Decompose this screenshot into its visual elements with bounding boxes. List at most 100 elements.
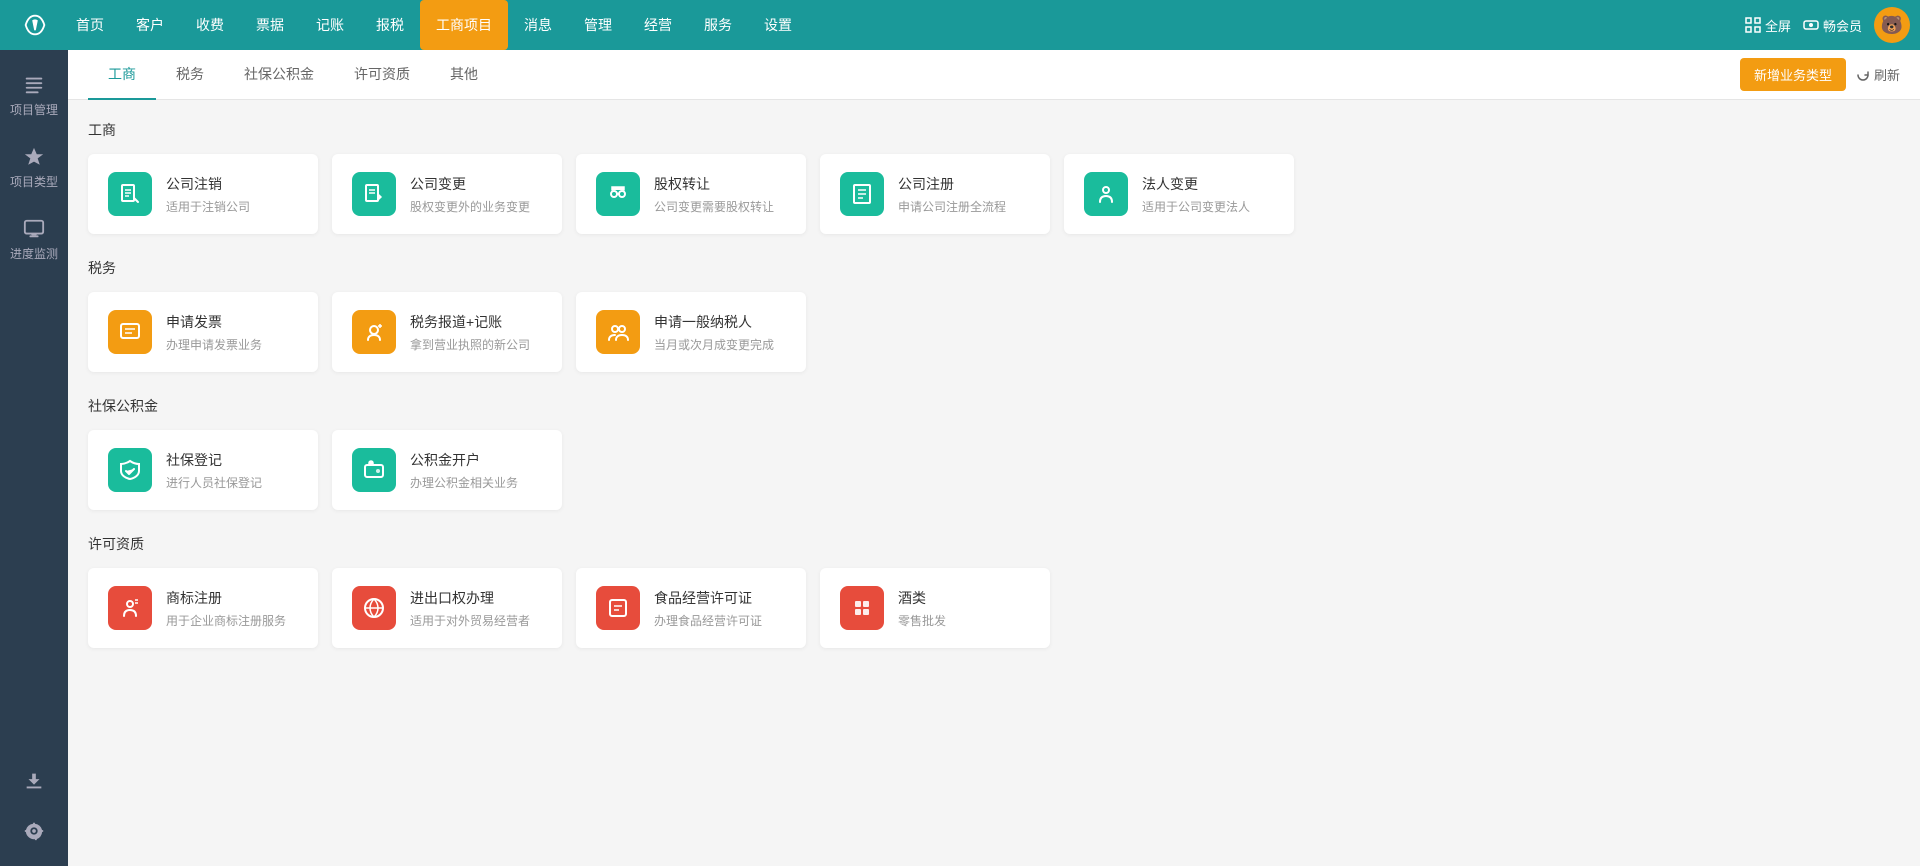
card-icon-general-taxpayer bbox=[596, 310, 640, 354]
vip-label: 畅会员 bbox=[1823, 16, 1862, 35]
card-liquor[interactable]: 酒类 零售批发 bbox=[820, 568, 1050, 648]
mascot-icon: 🐻 bbox=[1874, 7, 1910, 43]
card-desc-import-export: 适用于对外贸易经营者 bbox=[410, 612, 542, 629]
sidebar-item-download[interactable] bbox=[23, 756, 45, 806]
nav-invoice[interactable]: 票据 bbox=[240, 0, 300, 50]
card-company-register[interactable]: 公司注册 申请公司注册全流程 bbox=[820, 154, 1050, 234]
sidebar-item-project-management[interactable]: 项目管理 bbox=[0, 60, 68, 132]
card-desc-apply-invoice: 办理申请发票业务 bbox=[166, 336, 298, 353]
card-icon-company-cancel bbox=[108, 172, 152, 216]
sidebar-bottom bbox=[23, 756, 45, 866]
card-info-company-register: 公司注册 申请公司注册全流程 bbox=[898, 174, 1030, 215]
top-navigation: 首页 客户 收费 票据 记账 报税 工商项目 消息 管理 经营 服务 设置 全屏… bbox=[0, 0, 1920, 50]
card-title-company-register: 公司注册 bbox=[898, 174, 1030, 194]
card-desc-general-taxpayer: 当月或次月成变更完成 bbox=[654, 336, 786, 353]
card-food-license[interactable]: 食品经营许可证 办理食品经营许可证 bbox=[576, 568, 806, 648]
card-icon-legal-change bbox=[1084, 172, 1128, 216]
refresh-button[interactable]: 刷新 bbox=[1856, 65, 1900, 84]
card-trademark[interactable]: 商标注册 用于企业商标注册服务 bbox=[88, 568, 318, 648]
card-info-social-security: 社保登记 进行人员社保登记 bbox=[166, 450, 298, 491]
card-info-tax-bookkeeping: 税务报道+记账 拿到营业执照的新公司 bbox=[410, 312, 542, 353]
nav-home[interactable]: 首页 bbox=[60, 0, 120, 50]
tab-other[interactable]: 其他 bbox=[430, 50, 498, 100]
card-icon-trademark bbox=[108, 586, 152, 630]
card-desc-tax-bookkeeping: 拿到营业执照的新公司 bbox=[410, 336, 542, 353]
card-provident-fund[interactable]: 公积金开户 办理公积金相关业务 bbox=[332, 430, 562, 510]
nav-fee[interactable]: 收费 bbox=[180, 0, 240, 50]
card-info-apply-invoice: 申请发票 办理申请发票业务 bbox=[166, 312, 298, 353]
card-general-taxpayer[interactable]: 申请一般纳税人 当月或次月成变更完成 bbox=[576, 292, 806, 372]
card-title-import-export: 进出口权办理 bbox=[410, 588, 542, 608]
card-icon-tax-bookkeeping bbox=[352, 310, 396, 354]
cards-grid-xuke: 商标注册 用于企业商标注册服务 进出口权办理 适用于对外贸易经营者 bbox=[88, 568, 1900, 648]
card-import-export[interactable]: 进出口权办理 适用于对外贸易经营者 bbox=[332, 568, 562, 648]
main-layout: 项目管理 项目类型 进度监测 工 bbox=[0, 50, 1920, 866]
new-type-button[interactable]: 新增业务类型 bbox=[1740, 58, 1846, 91]
card-apply-invoice[interactable]: 申请发票 办理申请发票业务 bbox=[88, 292, 318, 372]
nav-settings[interactable]: 设置 bbox=[748, 0, 808, 50]
tab-actions: 新增业务类型 刷新 bbox=[1740, 58, 1900, 91]
nav-items: 首页 客户 收费 票据 记账 报税 工商项目 消息 管理 经营 服务 设置 bbox=[60, 0, 1745, 50]
tab-xuke[interactable]: 许可资质 bbox=[334, 50, 430, 100]
card-info-company-cancel: 公司注销 适用于注销公司 bbox=[166, 174, 298, 215]
card-desc-social-security: 进行人员社保登记 bbox=[166, 474, 298, 491]
card-desc-company-change: 股权变更外的业务变更 bbox=[410, 198, 542, 215]
nav-service[interactable]: 服务 bbox=[688, 0, 748, 50]
nav-bookkeeping[interactable]: 记账 bbox=[300, 0, 360, 50]
card-title-tax-bookkeeping: 税务报道+记账 bbox=[410, 312, 542, 332]
card-title-food-license: 食品经营许可证 bbox=[654, 588, 786, 608]
card-tax-bookkeeping[interactable]: 税务报道+记账 拿到营业执照的新公司 bbox=[332, 292, 562, 372]
sidebar-item-project-type[interactable]: 项目类型 bbox=[0, 132, 68, 204]
sidebar-label-progress-monitor: 进度监测 bbox=[10, 245, 58, 262]
card-info-legal-change: 法人变更 适用于公司变更法人 bbox=[1142, 174, 1274, 215]
card-icon-apply-invoice bbox=[108, 310, 152, 354]
card-info-liquor: 酒类 零售批发 bbox=[898, 588, 1030, 629]
section-title-shebao: 社保公积金 bbox=[88, 396, 1900, 416]
sidebar-label-project-type: 项目类型 bbox=[10, 173, 58, 190]
sidebar: 项目管理 项目类型 进度监测 bbox=[0, 50, 68, 866]
vip-button[interactable]: 畅会员 bbox=[1803, 16, 1862, 35]
card-company-change[interactable]: 公司变更 股权变更外的业务变更 bbox=[332, 154, 562, 234]
logo bbox=[10, 11, 60, 39]
sidebar-item-progress-monitor[interactable]: 进度监测 bbox=[0, 204, 68, 276]
card-legal-change[interactable]: 法人变更 适用于公司变更法人 bbox=[1064, 154, 1294, 234]
nav-business[interactable]: 工商项目 bbox=[420, 0, 508, 50]
card-desc-equity-transfer: 公司变更需要股权转让 bbox=[654, 198, 786, 215]
section-title-shuiwu: 税务 bbox=[88, 258, 1900, 278]
card-title-provident-fund: 公积金开户 bbox=[410, 450, 542, 470]
card-company-cancel[interactable]: 公司注销 适用于注销公司 bbox=[88, 154, 318, 234]
nav-operation[interactable]: 经营 bbox=[628, 0, 688, 50]
nav-manage[interactable]: 管理 bbox=[568, 0, 628, 50]
card-social-security[interactable]: 社保登记 进行人员社保登记 bbox=[88, 430, 318, 510]
card-desc-trademark: 用于企业商标注册服务 bbox=[166, 612, 298, 629]
card-icon-liquor bbox=[840, 586, 884, 630]
cards-grid-gongshang: 公司注销 适用于注销公司 公司变更 股权变更外的业务变更 bbox=[88, 154, 1900, 234]
card-info-food-license: 食品经营许可证 办理食品经营许可证 bbox=[654, 588, 786, 629]
cards-grid-shuiwu: 申请发票 办理申请发票业务 税务报道+记账 拿到营业执照的新公司 bbox=[88, 292, 1900, 372]
fullscreen-button[interactable]: 全屏 bbox=[1745, 16, 1791, 35]
card-info-general-taxpayer: 申请一般纳税人 当月或次月成变更完成 bbox=[654, 312, 786, 353]
card-icon-provident-fund bbox=[352, 448, 396, 492]
nav-message[interactable]: 消息 bbox=[508, 0, 568, 50]
tab-gongshang[interactable]: 工商 bbox=[88, 50, 156, 100]
nav-tax[interactable]: 报税 bbox=[360, 0, 420, 50]
card-equity-transfer[interactable]: 股权转让 公司变更需要股权转让 bbox=[576, 154, 806, 234]
card-info-equity-transfer: 股权转让 公司变更需要股权转让 bbox=[654, 174, 786, 215]
card-info-import-export: 进出口权办理 适用于对外贸易经营者 bbox=[410, 588, 542, 629]
card-info-company-change: 公司变更 股权变更外的业务变更 bbox=[410, 174, 542, 215]
sidebar-label-project-management: 项目管理 bbox=[10, 101, 58, 118]
fullscreen-label: 全屏 bbox=[1765, 16, 1791, 35]
nav-client[interactable]: 客户 bbox=[120, 0, 180, 50]
card-title-social-security: 社保登记 bbox=[166, 450, 298, 470]
section-title-gongshang: 工商 bbox=[88, 120, 1900, 140]
section-title-xuke: 许可资质 bbox=[88, 534, 1900, 554]
card-desc-liquor: 零售批发 bbox=[898, 612, 1030, 629]
tab-shuiwu[interactable]: 税务 bbox=[156, 50, 224, 100]
tab-shebao[interactable]: 社保公积金 bbox=[224, 50, 334, 100]
main-content: 工商 公司注销 适用于注销公司 公司变更 bbox=[68, 100, 1920, 866]
card-desc-legal-change: 适用于公司变更法人 bbox=[1142, 198, 1274, 215]
card-title-company-cancel: 公司注销 bbox=[166, 174, 298, 194]
card-icon-social-security bbox=[108, 448, 152, 492]
sidebar-item-settings[interactable] bbox=[23, 806, 45, 856]
card-title-liquor: 酒类 bbox=[898, 588, 1030, 608]
